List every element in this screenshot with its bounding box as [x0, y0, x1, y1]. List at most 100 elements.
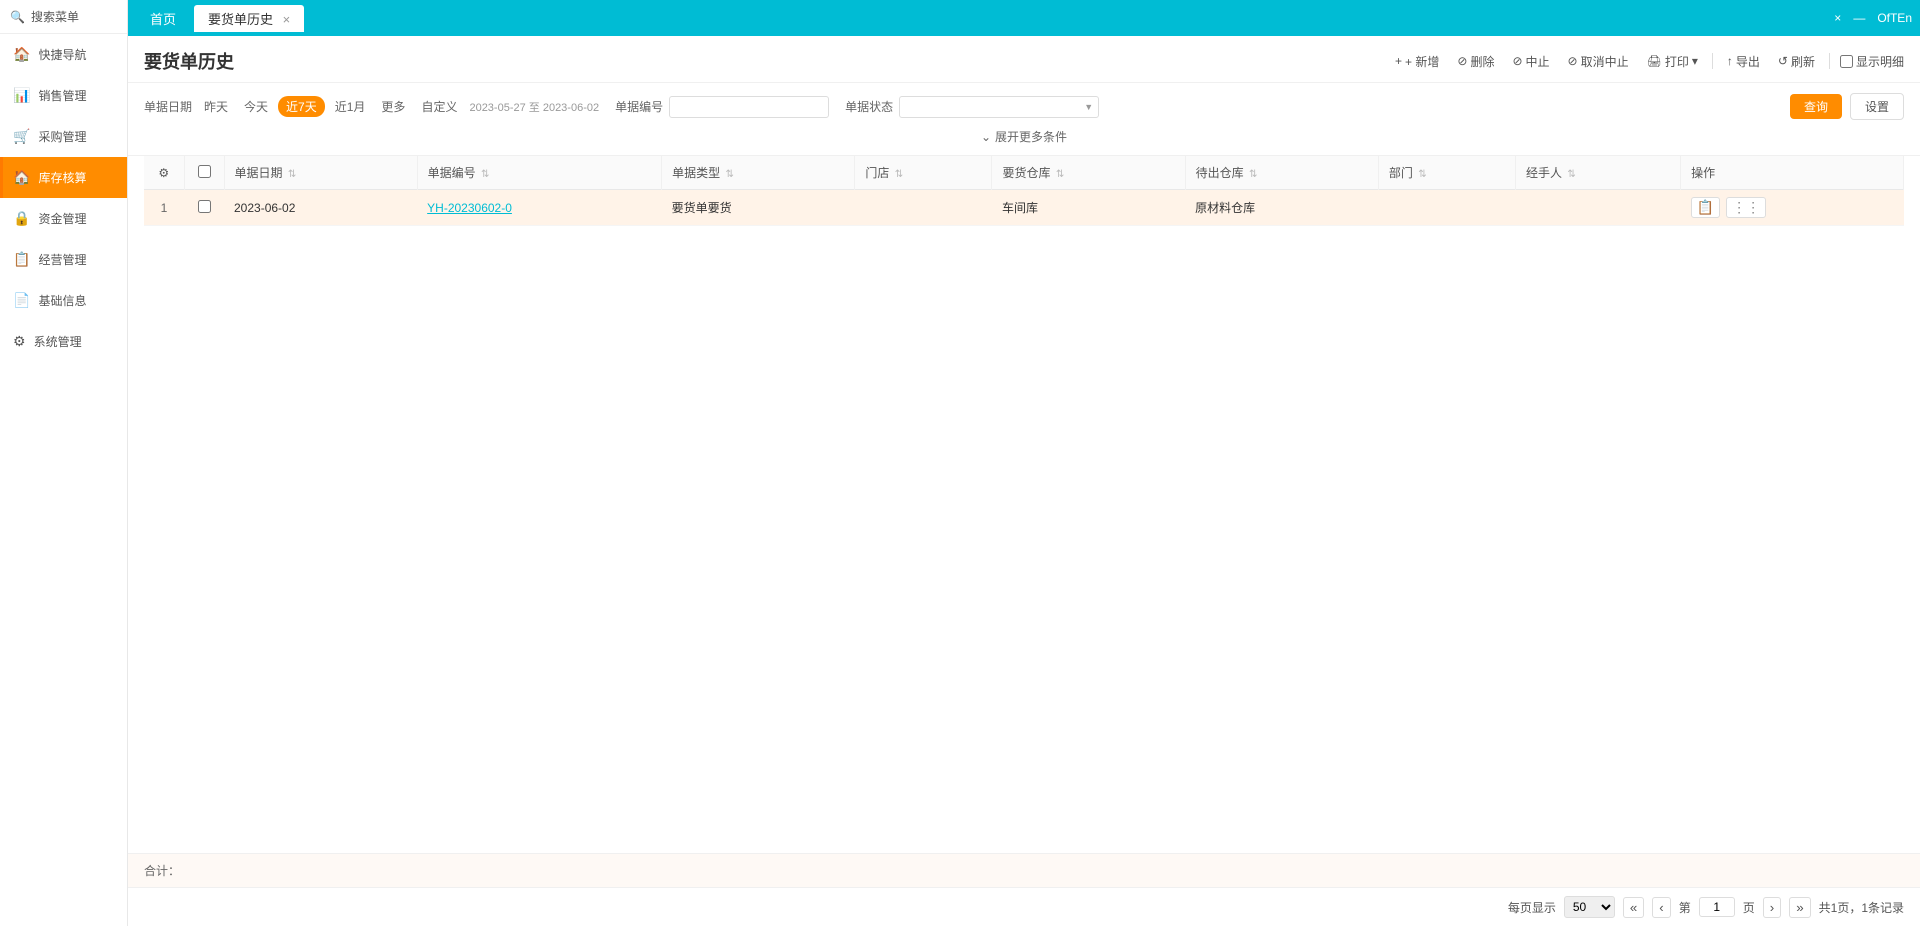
sidebar-item-label: 系统管理 — [34, 333, 82, 350]
sidebar-item-quick-nav[interactable]: 🏠 快捷导航 — [0, 34, 127, 75]
row-actions-cell: 📋 ⋮⋮ — [1681, 190, 1904, 226]
col-order-no[interactable]: 单据编号 ⇅ — [417, 156, 662, 190]
date-opt-more[interactable]: 更多 — [375, 96, 411, 117]
sort-icon-store: ⇅ — [895, 169, 903, 180]
tab-requisition-history[interactable]: 要货单历史 × — [194, 5, 304, 32]
col-checkbox[interactable] — [184, 156, 224, 190]
page-header: 要货单历史 + + 新增 ⊘ 删除 ⊘ 中止 ⊘ 取消中止 — [128, 36, 1920, 83]
date-opt-yesterday[interactable]: 昨天 — [198, 96, 234, 117]
gear-icon: ⚙ — [13, 333, 26, 350]
sidebar-item-operations[interactable]: 📋 经营管理 — [0, 239, 127, 280]
export-button[interactable]: ↑ 导出 — [1723, 51, 1764, 72]
first-page-button[interactable]: « — [1623, 897, 1644, 918]
pagination: 每页显示 50 10 20 100 « ‹ 第 页 › » 共1页，1条记录 — [128, 887, 1920, 926]
operations-icon: 📋 — [13, 251, 30, 268]
tab-bar: 首页 要货单历史 × × — OfTEn — [128, 0, 1920, 36]
search-button[interactable]: 查询 — [1790, 94, 1842, 119]
filter-area: 单据日期 昨天 今天 近7天 近1月 更多 自定义 2023-05-27 至 2… — [128, 83, 1920, 156]
sidebar-item-system[interactable]: ⚙ 系统管理 — [0, 321, 127, 362]
row-handler — [1515, 190, 1680, 226]
col-settings[interactable]: ⚙ — [144, 156, 184, 190]
row-select-checkbox[interactable] — [198, 200, 211, 213]
footer-label: 合计： — [144, 862, 180, 879]
next-page-button[interactable]: › — [1763, 897, 1781, 918]
row-req-warehouse: 车间库 — [992, 190, 1185, 226]
page-size-label: 每页显示 — [1508, 899, 1556, 916]
sidebar-item-inventory[interactable]: 🏠 库存核算 — [0, 157, 127, 198]
tab-close-icon[interactable]: × — [283, 12, 291, 27]
prev-page-button[interactable]: ‹ — [1652, 897, 1670, 918]
sidebar-search-label: 搜索菜单 — [31, 8, 79, 25]
col-department[interactable]: 部门 ⇅ — [1378, 156, 1515, 190]
select-all-checkbox[interactable] — [198, 165, 211, 178]
date-opt-custom[interactable]: 自定义 — [415, 96, 463, 117]
col-handler[interactable]: 经手人 ⇅ — [1515, 156, 1680, 190]
row-action-buttons: 📋 ⋮⋮ — [1691, 197, 1894, 218]
sidebar-item-label: 经营管理 — [38, 251, 86, 268]
show-detail-checkbox[interactable] — [1840, 55, 1853, 68]
col-order-type[interactable]: 单据类型 ⇅ — [662, 156, 855, 190]
total-info: 共1页，1条记录 — [1819, 899, 1904, 916]
settings-button[interactable]: 设置 — [1850, 93, 1904, 120]
sort-icon-date: ⇅ — [288, 169, 296, 180]
row-order-type: 要货单要货 — [662, 190, 855, 226]
show-detail-checkbox-label[interactable]: 显示明细 — [1840, 53, 1904, 70]
sidebar-item-sales[interactable]: 📊 销售管理 — [0, 75, 127, 116]
tab-bar-actions: × — OfTEn — [1834, 11, 1912, 25]
date-opt-today[interactable]: 今天 — [238, 96, 274, 117]
add-button[interactable]: + + 新增 — [1391, 51, 1443, 72]
row-order-no[interactable]: YH-20230602-0 — [417, 190, 662, 226]
sidebar-item-purchase[interactable]: 🛒 采购管理 — [0, 116, 127, 157]
page-label: 第 — [1679, 899, 1691, 916]
last-page-button[interactable]: » — [1789, 897, 1810, 918]
status-label: 单据状态 — [845, 98, 893, 115]
print-button[interactable]: 🖨 打印 ▾ — [1643, 51, 1702, 72]
cancel-stop-button[interactable]: ⊘ 取消中止 — [1564, 51, 1633, 72]
row-order-no-link[interactable]: YH-20230602-0 — [427, 201, 512, 215]
date-opt-1month[interactable]: 近1月 — [329, 96, 372, 117]
stop-icon: ⊘ — [1512, 54, 1522, 68]
delete-button[interactable]: ⊘ 删除 — [1453, 51, 1498, 72]
page-content: 要货单历史 + + 新增 ⊘ 删除 ⊘ 中止 ⊘ 取消中止 — [128, 36, 1920, 926]
table-header-row: ⚙ 单据日期 ⇅ 单据编号 ⇅ — [144, 156, 1904, 190]
table-row[interactable]: 1 2023-06-02 YH-20230602-0 要货单要货 车间库 原材料… — [144, 190, 1904, 226]
date-opt-7days[interactable]: 近7天 — [278, 96, 325, 117]
tab-home[interactable]: 首页 — [136, 5, 190, 32]
sort-icon-handler: ⇅ — [1567, 169, 1575, 180]
row-pending-warehouse: 原材料仓库 — [1185, 190, 1378, 226]
row-edit-button[interactable]: 📋 — [1691, 197, 1720, 218]
table-settings-icon[interactable]: ⚙ — [158, 166, 169, 180]
date-filter-group: 单据日期 昨天 今天 近7天 近1月 更多 自定义 2023-05-27 至 2… — [144, 96, 599, 117]
col-store[interactable]: 门店 ⇅ — [855, 156, 992, 190]
lock-icon: 🔒 — [13, 210, 30, 227]
col-req-warehouse[interactable]: 要货仓库 ⇅ — [992, 156, 1185, 190]
sidebar-item-label: 库存核算 — [38, 169, 86, 186]
status-select-wrapper — [899, 96, 1099, 118]
doc-icon: 📄 — [13, 292, 30, 309]
col-date[interactable]: 单据日期 ⇅ — [224, 156, 417, 190]
row-more-button[interactable]: ⋮⋮ — [1726, 197, 1766, 218]
refresh-button[interactable]: ↺ 刷新 — [1774, 51, 1819, 72]
row-date: 2023-06-02 — [224, 190, 417, 226]
sidebar-item-finance[interactable]: 🔒 资金管理 — [0, 198, 127, 239]
sidebar-search[interactable]: 🔍 搜索菜单 — [0, 0, 127, 34]
col-pending-warehouse[interactable]: 待出仓库 ⇅ — [1185, 156, 1378, 190]
stop-button[interactable]: ⊘ 中止 — [1508, 51, 1553, 72]
page-size-select[interactable]: 50 10 20 100 — [1564, 896, 1615, 918]
current-page-input[interactable] — [1699, 897, 1735, 917]
sidebar-item-label: 快捷导航 — [38, 46, 86, 63]
print-dropdown-icon: ▾ — [1692, 54, 1698, 68]
tab-close-window[interactable]: × — [1834, 11, 1841, 25]
row-checkbox[interactable] — [184, 190, 224, 226]
expand-more-btn[interactable]: ⌄ 展开更多条件 — [144, 128, 1904, 145]
order-no-input[interactable] — [669, 96, 829, 118]
sidebar-item-basic-info[interactable]: 📄 基础信息 — [0, 280, 127, 321]
sort-icon-department: ⇅ — [1418, 169, 1426, 180]
status-input[interactable] — [899, 96, 1099, 118]
toolbar: + + 新增 ⊘ 删除 ⊘ 中止 ⊘ 取消中止 🖨 打印 — [1391, 51, 1904, 72]
print-icon: 🖨 — [1647, 54, 1662, 68]
date-options: 昨天 今天 近7天 近1月 更多 自定义 — [198, 96, 463, 117]
divider — [1712, 53, 1713, 69]
tab-minimize-window[interactable]: — — [1853, 11, 1865, 25]
inventory-icon: 🏠 — [13, 169, 30, 186]
